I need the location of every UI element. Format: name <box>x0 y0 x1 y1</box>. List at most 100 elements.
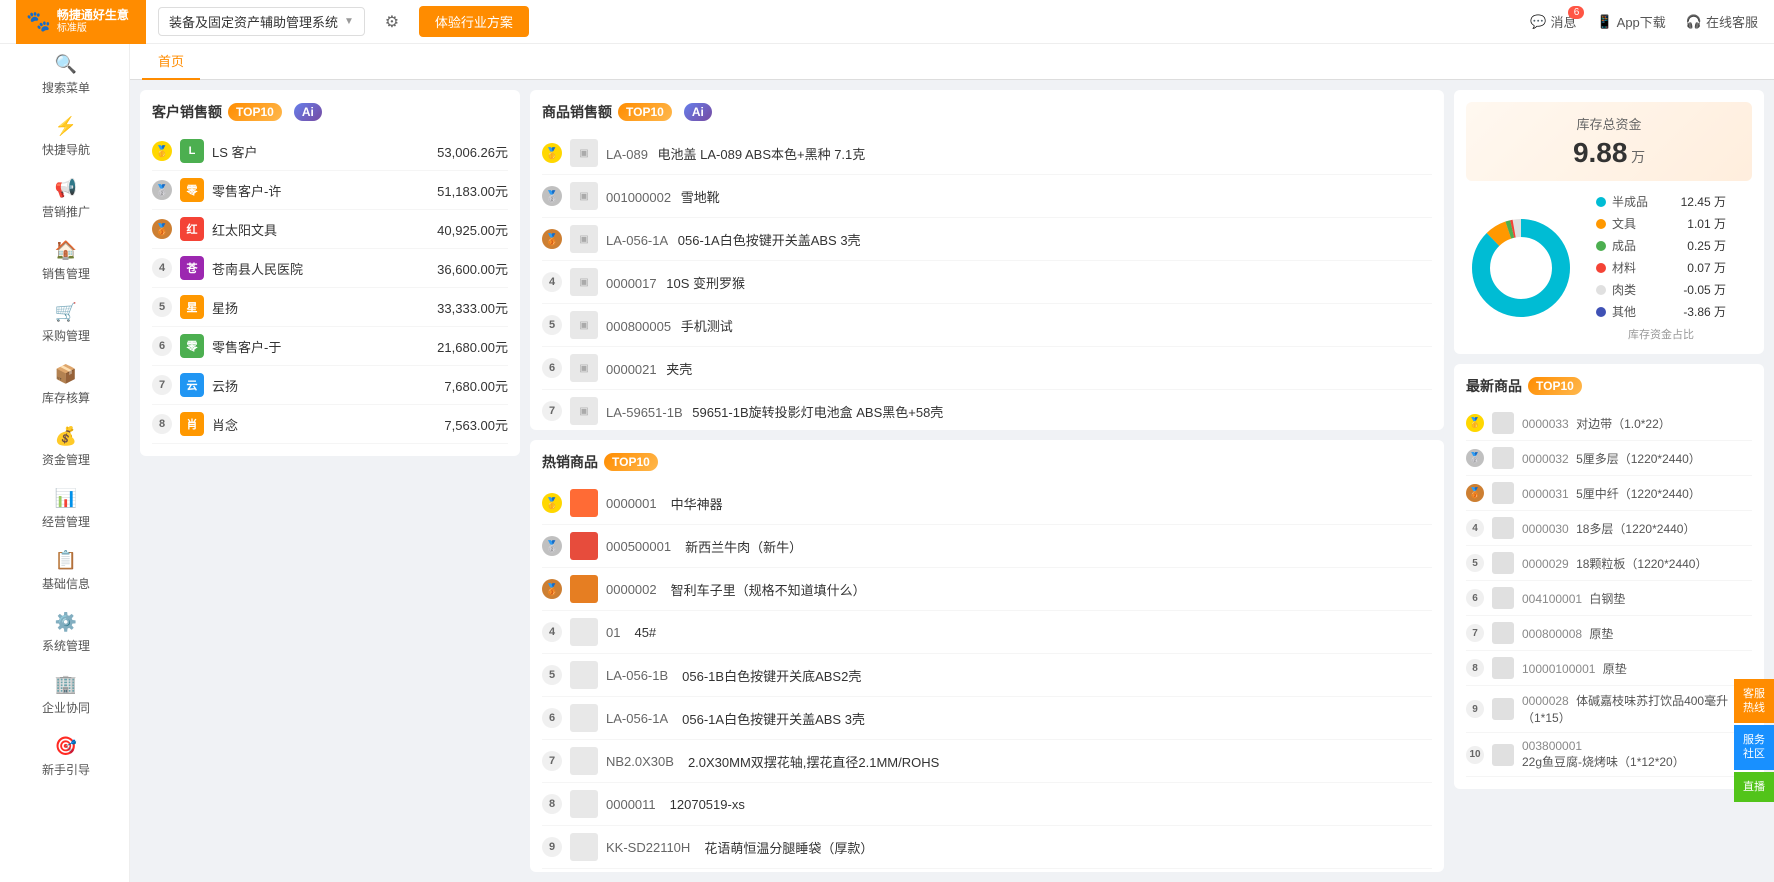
hot-code-2: 000500001 <box>606 539 671 554</box>
hot-img-5 <box>570 661 598 689</box>
hot-name-7: 2.0X30MM双摆花轴,摆花直径2.1MM/ROHS <box>688 752 1432 771</box>
legend-name-6: 其他 <box>1612 303 1677 320</box>
product-name-2: 雪地靴 <box>681 190 720 205</box>
sidebar-item-operations[interactable]: 📊 经营管理 <box>0 478 129 540</box>
new-prod-info-10: 003800001 22g鱼豆腐-烧烤味（1*12*20） <box>1522 739 1752 770</box>
tab-home[interactable]: 首页 <box>142 44 200 80</box>
hot-name-5: 056-1B白色按键开关底ABS2壳 <box>682 666 1432 685</box>
sidebar-item-system[interactable]: ⚙️ 系统管理 <box>0 602 129 664</box>
legend-name-4: 材料 <box>1612 259 1681 276</box>
chevron-down-icon: ▼ <box>344 16 354 27</box>
sidebar-item-marketing[interactable]: 📢 营销推广 <box>0 168 129 230</box>
app-download-button[interactable]: 📱 App下载 <box>1596 12 1665 31</box>
hot-rank-7: 7 <box>542 751 562 771</box>
new-code-2: 0000032 <box>1522 452 1569 466</box>
new-rank-2: 🥈 <box>1466 449 1484 467</box>
product-info-6: 0000021 夹壳 <box>606 359 1432 378</box>
rank-num-6: 6 <box>152 336 172 356</box>
product-name-4: 10S 变刑罗猴 <box>666 276 745 291</box>
sidebar-item-finance[interactable]: 💰 资金管理 <box>0 416 129 478</box>
hot-img-8 <box>570 790 598 818</box>
inventory-legend: 半成品 12.45 万 文具 1.01 万 <box>1596 193 1726 342</box>
new-rank-9: 9 <box>1466 700 1484 718</box>
online-service-button[interactable]: 🎧 在线客服 <box>1686 12 1758 31</box>
new-name-1: 对边带（1.0*22） <box>1576 417 1671 431</box>
product-name-6: 夹壳 <box>666 362 692 377</box>
product-name-7: 59651-1B旋转投影灯电池盒 ABS黑色+58壳 <box>692 405 943 420</box>
float-btn-service[interactable]: 客服热线 <box>1734 679 1774 724</box>
hot-code-3: 0000002 <box>606 582 657 597</box>
settings-icon[interactable]: ⚙ <box>377 7 407 37</box>
new-prod-info-2: 0000032 5厘多层（1220*2440） <box>1522 450 1752 467</box>
sidebar-item-basic-info[interactable]: 📋 基础信息 <box>0 540 129 602</box>
system-selector[interactable]: 装备及固定资产辅助管理系统 ▼ <box>158 7 365 36</box>
new-prod-info-8: 10000100001 原垫 <box>1522 660 1752 677</box>
inventory-unit: 万 <box>1631 149 1645 165</box>
customer-avatar-1: L <box>180 139 204 163</box>
hot-code-6: LA-056-1A <box>606 711 668 726</box>
new-rank-8: 8 <box>1466 659 1484 677</box>
trial-button[interactable]: 体验行业方案 <box>419 6 529 37</box>
hot-code-4: 01 <box>606 625 620 640</box>
hot-item-8: 8 0000011 12070519-xs <box>542 783 1432 826</box>
dashboard: 客户销售额 TOP10 Ai 🥇 L LS 客户 53,006.26元 🥈 <box>130 80 1774 882</box>
search-icon: 🔍 <box>55 54 77 75</box>
new-code-10: 003800001 <box>1522 739 1582 753</box>
purchase-icon: 🛒 <box>55 302 77 323</box>
new-prod-item-5: 5 0000029 18颗粒板（1220*2440） <box>1466 546 1752 581</box>
customer-rank-item-5: 5 星 星扬 33,333.00元 <box>152 288 508 327</box>
hot-item-2: 🥈 000500001 新西兰牛肉（新牛） <box>542 525 1432 568</box>
sidebar-item-sales[interactable]: 🏠 销售管理 <box>0 230 129 292</box>
sidebar-marketing-label: 营销推广 <box>42 203 90 220</box>
new-prod-info-6: 004100001 白钢垫 <box>1522 590 1752 607</box>
rank-num-5: 5 <box>152 297 172 317</box>
sidebar-guide-label: 新手引导 <box>42 761 90 778</box>
right-column: 库存总资金 9.88 万 <box>1454 90 1764 872</box>
sidebar-item-search[interactable]: 🔍 搜索菜单 <box>0 44 129 106</box>
sidebar-quick-nav-label: 快捷导航 <box>42 141 90 158</box>
customer-avatar-4: 苍 <box>180 256 204 280</box>
new-name-5: 18颗粒板（1220*2440） <box>1576 557 1707 571</box>
customer-avatar-6: 零 <box>180 334 204 358</box>
sidebar-item-guide[interactable]: 🎯 新手引导 <box>0 726 129 788</box>
product-code-6: 0000021 <box>606 362 657 377</box>
product-rank-num-4: 4 <box>542 272 562 292</box>
sidebar-item-inventory[interactable]: 📦 库存核算 <box>0 354 129 416</box>
customer-value-4: 36,600.00元 <box>437 259 508 278</box>
sidebar-system-label: 系统管理 <box>42 637 90 654</box>
new-prod-info-3: 0000031 5厘中纤（1220*2440） <box>1522 485 1752 502</box>
new-thumb-4 <box>1492 517 1514 539</box>
left-column: 客户销售额 TOP10 Ai 🥇 L LS 客户 53,006.26元 🥈 <box>140 90 520 872</box>
customer-avatar-5: 星 <box>180 295 204 319</box>
customer-value-3: 40,925.00元 <box>437 220 508 239</box>
legend-dot-3 <box>1596 241 1606 251</box>
new-thumb-2 <box>1492 447 1514 469</box>
legend-val-2: 1.01 万 <box>1687 215 1726 232</box>
customer-value-7: 7,680.00元 <box>444 376 508 395</box>
product-thumb-4: ▣ <box>570 268 598 296</box>
legend-list: 半成品 12.45 万 文具 1.01 万 <box>1596 193 1726 320</box>
sidebar-item-enterprise[interactable]: 🏢 企业协同 <box>0 664 129 726</box>
new-name-10: 22g鱼豆腐-烧烤味（1*12*20） <box>1522 755 1685 769</box>
message-button[interactable]: 💬 消息 6 <box>1530 12 1576 31</box>
legend-item-6: 其他 -3.86 万 <box>1596 303 1726 320</box>
customer-value-2: 51,183.00元 <box>437 181 508 200</box>
hot-rank-1: 🥇 <box>542 493 562 513</box>
hot-rank-6: 6 <box>542 708 562 728</box>
new-top10-label: TOP10 <box>1528 377 1582 395</box>
float-btn-live[interactable]: 直播 <box>1734 772 1774 802</box>
float-btn-community[interactable]: 服务社区 <box>1734 725 1774 770</box>
new-prod-item-8: 8 10000100001 原垫 <box>1466 651 1752 686</box>
sidebar-item-quick-nav[interactable]: ⚡ 快捷导航 <box>0 106 129 168</box>
mid-column: 商品销售额 TOP10 Ai 🥇 ▣ LA-089 电池盖 LA-089 ABS… <box>530 90 1444 872</box>
hot-rank-8: 8 <box>542 794 562 814</box>
sidebar-search-label: 搜索菜单 <box>42 79 90 96</box>
customer-rank-item-1: 🥇 L LS 客户 53,006.26元 <box>152 132 508 171</box>
rank-num-3: 🥉 <box>152 219 172 239</box>
product-name-1: 电池盖 LA-089 ABS本色+黑种 7.1克 <box>658 147 866 162</box>
legend-val-4: 0.07 万 <box>1687 259 1726 276</box>
sidebar-item-purchase[interactable]: 🛒 采购管理 <box>0 292 129 354</box>
rank-num-4: 4 <box>152 258 172 278</box>
hot-products-label: 热销商品 <box>542 452 598 472</box>
hot-item-5: 5 LA-056-1B 056-1B白色按键开关底ABS2壳 <box>542 654 1432 697</box>
